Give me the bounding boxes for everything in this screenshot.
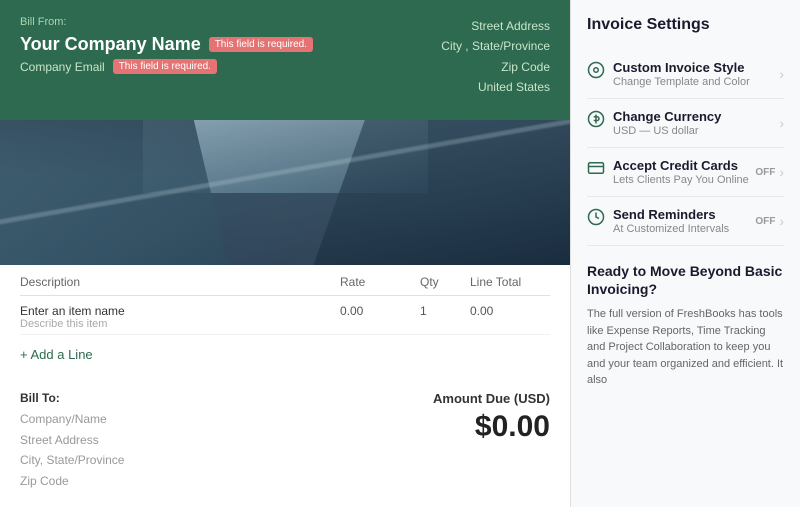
settings-item-change-currency[interactable]: Change Currency USD — US dollar › [587, 99, 784, 148]
credit-card-icon [587, 159, 605, 177]
amount-box: Amount Due (USD) $0.00 [433, 391, 550, 491]
settings-item-send-reminders[interactable]: Send Reminders At Customized Intervals O… [587, 197, 784, 246]
hero-image [0, 120, 570, 265]
bill-to-box: Bill To: Company/Name Street Address Cit… [20, 391, 124, 491]
upsell-title: Ready to Move Beyond Basic Invoicing? [587, 262, 784, 298]
settings-item-right-0: › [779, 66, 784, 82]
item-qty: 1 [420, 304, 470, 330]
settings-item-title-1: Change Currency [613, 109, 721, 124]
bill-to-address: Company/Name Street Address City, State/… [20, 409, 124, 491]
settings-item-sub-2: Lets Clients Pay You Online [613, 174, 749, 186]
toggle-off-label-3: OFF [755, 216, 775, 227]
settings-item-title-0: Custom Invoice Style [613, 60, 750, 75]
bill-to-zip: Zip Code [20, 471, 124, 491]
currency-icon [587, 110, 605, 128]
bill-to-company: Company/Name [20, 409, 124, 429]
settings-item-text-0: Custom Invoice Style Change Template and… [613, 60, 750, 88]
settings-item-text-2: Accept Credit Cards Lets Clients Pay You… [613, 158, 749, 186]
add-line-label: + Add a Line [20, 347, 93, 362]
settings-item-text-3: Send Reminders At Customized Intervals [613, 207, 729, 235]
address-line1: Street Address [441, 16, 550, 36]
company-name: Your Company Name [20, 34, 201, 55]
bill-from-label: Bill From: [20, 16, 313, 28]
company-name-row: Your Company Name This field is required… [20, 34, 313, 55]
col-line-total-header: Line Total [470, 275, 550, 289]
bill-to-label: Bill To: [20, 391, 124, 405]
item-rate: 0.00 [340, 304, 420, 330]
address-line4: United States [441, 77, 550, 97]
settings-item-sub-3: At Customized Intervals [613, 223, 729, 235]
item-name: Enter an item name [20, 304, 340, 318]
col-qty-header: Qty [420, 275, 470, 289]
amount-due-label: Amount Due (USD) [433, 391, 550, 406]
toggle-off-label-2: OFF [755, 167, 775, 178]
hero-image-inner [0, 120, 570, 265]
item-line-total: 0.00 [470, 304, 550, 330]
bill-from-header: Bill From: Your Company Name This field … [0, 0, 570, 120]
chevron-right-icon-0: › [779, 66, 784, 82]
add-line-button[interactable]: + Add a Line [20, 335, 550, 374]
clock-icon [587, 208, 605, 226]
invoice-table-section: Description Rate Qty Line Total Enter an… [0, 265, 570, 391]
settings-item-right-1: › [779, 115, 784, 131]
settings-item-title-2: Accept Credit Cards [613, 158, 749, 173]
chevron-right-icon-2: › [779, 164, 784, 180]
settings-item-custom-invoice-style[interactable]: Custom Invoice Style Change Template and… [587, 50, 784, 99]
bill-to-section: Bill To: Company/Name Street Address Cit… [20, 391, 124, 491]
building-sim [0, 120, 570, 265]
settings-item-right-2[interactable]: OFF › [755, 164, 784, 180]
chevron-right-icon-1: › [779, 115, 784, 131]
settings-item-left-3: Send Reminders At Customized Intervals [587, 207, 729, 235]
chevron-right-icon-3: › [779, 213, 784, 229]
settings-item-sub-1: USD — US dollar [613, 125, 721, 137]
settings-item-accept-credit-cards[interactable]: Accept Credit Cards Lets Clients Pay You… [587, 148, 784, 197]
company-name-required-badge: This field is required. [209, 37, 313, 52]
address-line2: City , State/Province [441, 36, 550, 56]
address-line3: Zip Code [441, 57, 550, 77]
bill-to-street: Street Address [20, 430, 124, 450]
settings-item-left-0: Custom Invoice Style Change Template and… [587, 60, 750, 88]
upsell-section: Ready to Move Beyond Basic Invoicing? Th… [587, 262, 784, 389]
settings-item-sub-0: Change Template and Color [613, 76, 750, 88]
company-email-required-badge: This field is required. [113, 59, 217, 74]
palette-icon [587, 61, 605, 79]
col-rate-header: Rate [340, 275, 420, 289]
upsell-text: The full version of FreshBooks has tools… [587, 306, 784, 389]
amount-due-section: Amount Due (USD) $0.00 [433, 391, 550, 491]
settings-item-left-1: Change Currency USD — US dollar [587, 109, 721, 137]
settings-item-title-3: Send Reminders [613, 207, 729, 222]
table-header: Description Rate Qty Line Total [20, 265, 550, 296]
settings-item-left-2: Accept Credit Cards Lets Clients Pay You… [587, 158, 749, 186]
item-description-cell: Enter an item name Describe this item [20, 304, 340, 330]
col-description-header: Description [20, 275, 340, 289]
amount-due-value: $0.00 [433, 410, 550, 444]
company-email-row: Company Email This field is required. [20, 59, 313, 74]
bill-from-address: Street Address City , State/Province Zip… [441, 16, 550, 98]
invoice-settings-title: Invoice Settings [587, 16, 784, 34]
settings-item-right-3[interactable]: OFF › [755, 213, 784, 229]
item-desc: Describe this item [20, 318, 340, 330]
right-panel: Invoice Settings Custom Invoice Style Ch… [570, 0, 800, 507]
bill-to-city: City, State/Province [20, 450, 124, 470]
bill-from-left: Bill From: Your Company Name This field … [20, 16, 313, 74]
company-email-label: Company Email [20, 60, 105, 74]
left-panel: Bill From: Your Company Name This field … [0, 0, 570, 507]
settings-item-text-1: Change Currency USD — US dollar [613, 109, 721, 137]
table-row: Enter an item name Describe this item 0.… [20, 296, 550, 335]
